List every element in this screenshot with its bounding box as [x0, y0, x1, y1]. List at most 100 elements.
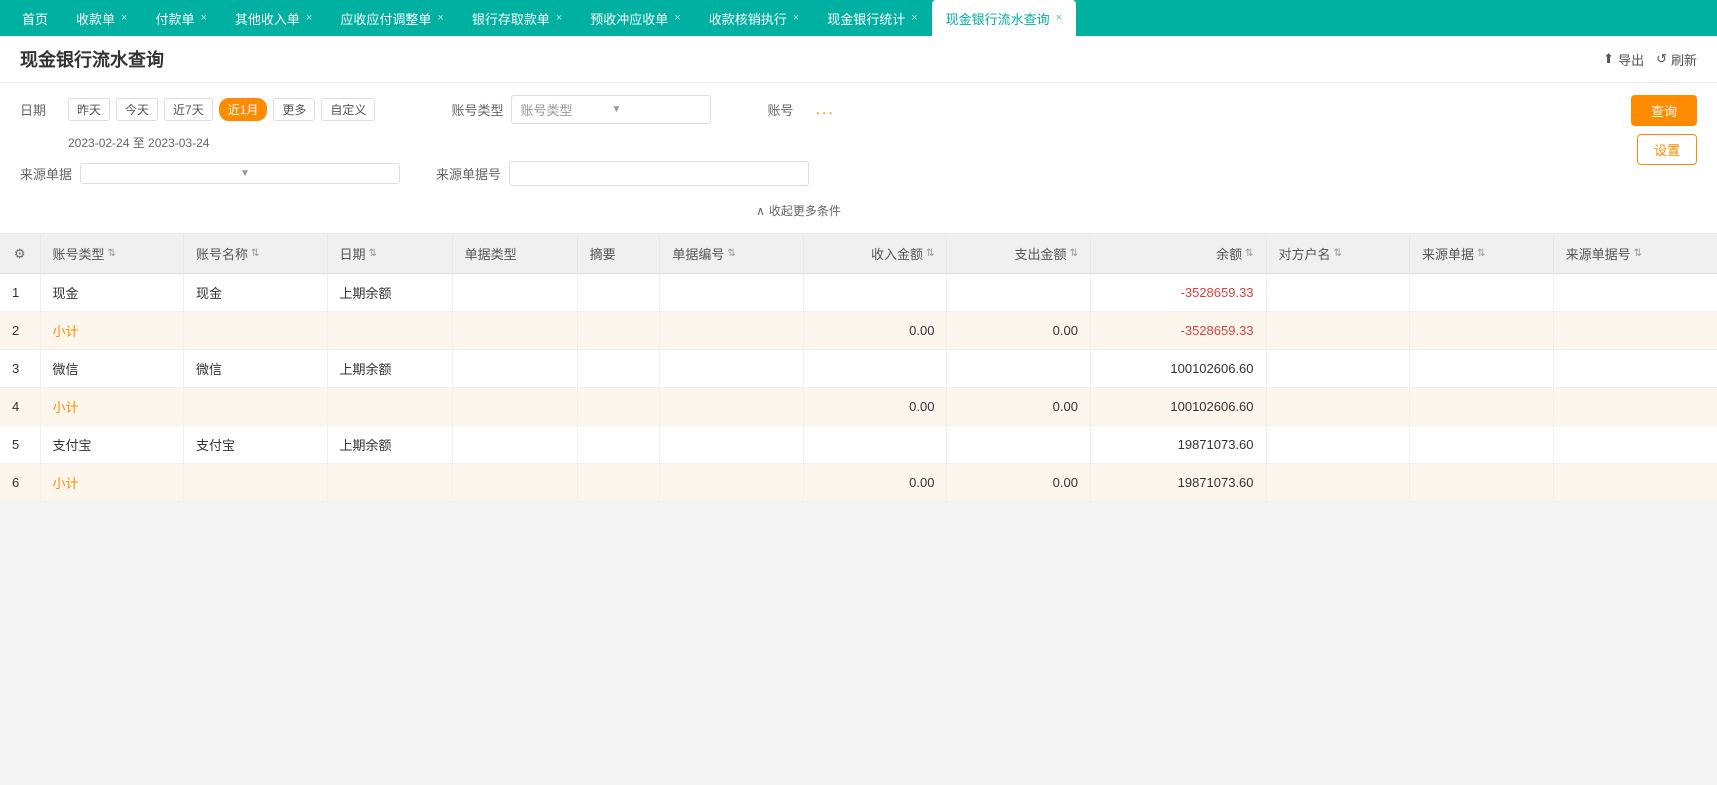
- td-doc-no: [660, 312, 804, 350]
- nav-tab-4[interactable]: 银行存取款单 ×: [458, 0, 576, 36]
- td-source-doc-no: [1553, 426, 1717, 464]
- td-account-name: 微信: [184, 350, 328, 388]
- sort-doc-no[interactable]: 单据编号 ⇅: [672, 244, 791, 263]
- td-doc-type: [452, 426, 577, 464]
- page-title: 现金银行流水查询: [20, 46, 164, 72]
- td-doc-type: [452, 274, 577, 312]
- td-summary: [577, 426, 660, 464]
- td-account-name: 支付宝: [184, 426, 328, 464]
- export-button[interactable]: ⬆ 导出: [1603, 50, 1644, 69]
- source-doc-label: 来源单据: [20, 164, 72, 183]
- sort-expense[interactable]: 支出金额 ⇅: [959, 244, 1078, 263]
- td-counterparty: [1266, 312, 1410, 350]
- th-gear[interactable]: ⚙: [0, 234, 40, 274]
- sort-date[interactable]: 日期 ⇅: [340, 244, 440, 263]
- collapse-bar[interactable]: ∧ 收起更多条件: [20, 196, 1577, 221]
- sort-balance[interactable]: 余额 ⇅: [1103, 244, 1254, 263]
- close-icon[interactable]: ×: [306, 12, 312, 24]
- td-date: [327, 388, 452, 426]
- td-summary: [577, 274, 660, 312]
- td-balance: 19871073.60: [1090, 464, 1266, 502]
- td-doc-type: [452, 464, 577, 502]
- td-income: 0.00: [803, 388, 947, 426]
- date-more[interactable]: 更多: [273, 98, 315, 121]
- date-label: 日期: [20, 100, 60, 119]
- td-index: 3: [0, 350, 40, 388]
- sort-icon: ⇅: [1070, 248, 1078, 259]
- close-icon[interactable]: ×: [793, 12, 799, 24]
- td-account-type: 小计: [40, 464, 184, 502]
- td-account-name: [184, 464, 328, 502]
- nav-tab-0[interactable]: 收款单 ×: [62, 0, 141, 36]
- td-date: [327, 464, 452, 502]
- sort-source-doc[interactable]: 来源单据 ⇅: [1422, 244, 1541, 263]
- table-header-row: ⚙ 账号类型 ⇅ 账号名称 ⇅ 日期: [0, 234, 1717, 274]
- td-account-name: 现金: [184, 274, 328, 312]
- th-summary: 摘要: [577, 234, 660, 274]
- query-button[interactable]: 查询: [1631, 95, 1697, 126]
- nav-tab-6[interactable]: 收款核销执行 ×: [695, 0, 813, 36]
- close-icon[interactable]: ×: [121, 12, 127, 24]
- account-type-select[interactable]: 账号类型 ▼: [511, 95, 711, 124]
- close-icon[interactable]: ×: [1056, 12, 1062, 24]
- close-icon[interactable]: ×: [911, 12, 917, 24]
- sort-income[interactable]: 收入金额 ⇅: [816, 244, 935, 263]
- td-income: [803, 274, 947, 312]
- td-doc-type: [452, 312, 577, 350]
- nav-tab-8[interactable]: 现金银行流水查询 ×: [932, 0, 1076, 36]
- refresh-icon: ↺: [1656, 51, 1667, 67]
- td-date: 上期余额: [327, 426, 452, 464]
- nav-tab-5[interactable]: 预收冲应收单 ×: [576, 0, 694, 36]
- table-row: 5支付宝支付宝上期余额19871073.60: [0, 426, 1717, 464]
- td-index: 4: [0, 388, 40, 426]
- sort-source-doc-no[interactable]: 来源单据号 ⇅: [1566, 244, 1705, 263]
- close-icon[interactable]: ×: [437, 12, 443, 24]
- close-icon[interactable]: ×: [674, 12, 680, 24]
- td-counterparty: [1266, 350, 1410, 388]
- sort-icon: ⇅: [1477, 248, 1485, 259]
- date-yesterday[interactable]: 昨天: [68, 98, 110, 121]
- nav-tab-2[interactable]: 其他收入单 ×: [221, 0, 326, 36]
- table-body: 1现金现金上期余额-3528659.332小计0.000.00-3528659.…: [0, 274, 1717, 502]
- source-doc-no-input[interactable]: [509, 161, 809, 186]
- th-income: 收入金额 ⇅: [803, 234, 947, 274]
- td-source-doc: [1410, 426, 1554, 464]
- td-balance: 19871073.60: [1090, 426, 1266, 464]
- close-icon[interactable]: ×: [556, 12, 562, 24]
- sort-account-type[interactable]: 账号类型 ⇅: [53, 244, 172, 263]
- date-today[interactable]: 今天: [116, 98, 158, 121]
- td-income: [803, 426, 947, 464]
- filter-row-1: 日期 昨天 今天 近7天 近1月 更多 自定义 账号类型 账号类型: [20, 95, 1577, 124]
- account-dots[interactable]: ...: [815, 101, 834, 119]
- nav-tab-3[interactable]: 应收应付调整单 ×: [326, 0, 457, 36]
- sort-icon: ⇅: [251, 248, 259, 259]
- setting-button[interactable]: 设置: [1637, 134, 1697, 165]
- close-icon[interactable]: ×: [200, 12, 206, 24]
- sort-account-name[interactable]: 账号名称 ⇅: [196, 244, 315, 263]
- th-counterparty: 对方户名 ⇅: [1266, 234, 1410, 274]
- gear-icon[interactable]: ⚙: [14, 246, 26, 261]
- source-doc-select[interactable]: ▼: [80, 163, 400, 184]
- source-doc-no-filter-group: 来源单据号: [436, 161, 809, 186]
- td-counterparty: [1266, 274, 1410, 312]
- refresh-button[interactable]: ↺ 刷新: [1656, 50, 1697, 69]
- nav-tab-1[interactable]: 付款单 ×: [141, 0, 220, 36]
- date-1month[interactable]: 近1月: [219, 98, 268, 121]
- sort-counterparty[interactable]: 对方户名 ⇅: [1279, 244, 1398, 263]
- date-options: 昨天 今天 近7天 近1月 更多 自定义: [68, 98, 375, 121]
- td-summary: [577, 350, 660, 388]
- td-date: [327, 312, 452, 350]
- td-balance: -3528659.33: [1090, 274, 1266, 312]
- date-7days[interactable]: 近7天: [164, 98, 213, 121]
- td-counterparty: [1266, 426, 1410, 464]
- date-range-display: 2023-02-24 至 2023-03-24: [64, 134, 1577, 151]
- date-custom[interactable]: 自定义: [321, 98, 375, 121]
- nav-tab-7[interactable]: 现金银行统计 ×: [813, 0, 931, 36]
- sort-icon: ⇅: [727, 248, 735, 259]
- nav-home[interactable]: 首页: [8, 9, 62, 28]
- table-row: 4小计0.000.00100102606.60: [0, 388, 1717, 426]
- td-account-type: 现金: [40, 274, 184, 312]
- th-balance: 余额 ⇅: [1090, 234, 1266, 274]
- source-doc-no-label: 来源单据号: [436, 164, 501, 183]
- td-expense: [947, 350, 1091, 388]
